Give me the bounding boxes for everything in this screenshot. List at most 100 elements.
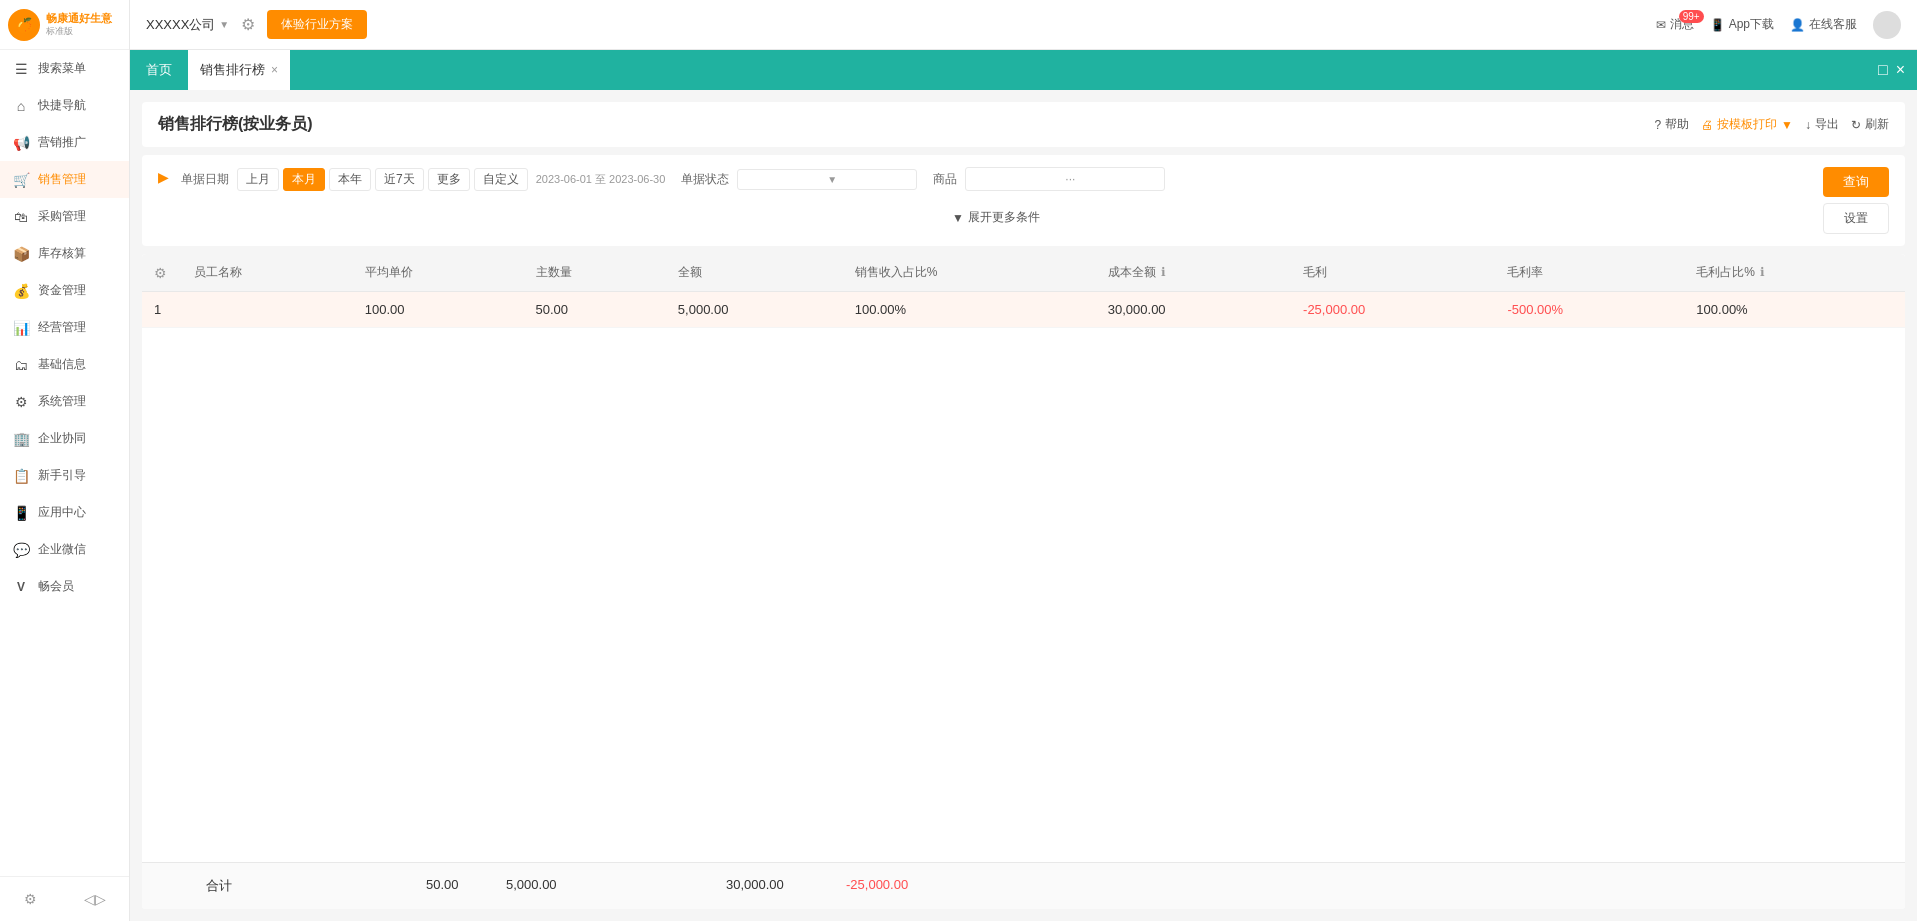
help-button[interactable]: ? 帮助 xyxy=(1654,116,1689,133)
message-button[interactable]: ✉ 消息 99+ xyxy=(1656,16,1694,33)
app-label: App下载 xyxy=(1729,16,1774,33)
sidebar-item-wechat[interactable]: 💬 企业微信 xyxy=(0,531,129,568)
goods-label: 商品 xyxy=(933,171,957,188)
sidebar-item-enterprise[interactable]: 🏢 企业协同 xyxy=(0,420,129,457)
page-title: 销售排行榜(按业务员) xyxy=(158,114,313,135)
sidebar-item-label: 基础信息 xyxy=(38,356,86,373)
export-button[interactable]: ↓ 导出 xyxy=(1805,116,1839,133)
tab-close-icon[interactable]: × xyxy=(271,63,278,77)
status-label: 单据状态 xyxy=(681,171,729,188)
sidebar-item-label: 企业协同 xyxy=(38,430,86,447)
sidebar-logo: 🍊 畅康通好生意 标准版 xyxy=(0,0,129,50)
col-gross-ratio-header: 毛利占比% ℹ xyxy=(1684,254,1905,292)
date-btn-current-month[interactable]: 本月 xyxy=(283,168,325,191)
expand-conditions-button[interactable]: ▼ 展开更多条件 xyxy=(952,209,1040,226)
filter-expand-arrow[interactable]: ▶ xyxy=(158,167,169,185)
footer-sales-ratio xyxy=(594,873,714,899)
sidebar-item-purchase[interactable]: 🛍 采购管理 xyxy=(0,198,129,235)
refresh-button[interactable]: ↻ 刷新 xyxy=(1851,116,1889,133)
footer-cost: 30,000.00 xyxy=(714,873,834,899)
service-label: 在线客服 xyxy=(1809,16,1857,33)
col-avg-price-header: 平均单价 xyxy=(353,254,524,292)
app-download-button[interactable]: 📱 App下载 xyxy=(1710,16,1774,33)
message-badge: 99+ xyxy=(1679,10,1704,23)
tab-sales-ranking[interactable]: 销售排行榜 × xyxy=(188,50,290,90)
sidebar-item-quick-nav[interactable]: ⌂ 快捷导航 xyxy=(0,87,129,124)
col-quantity-header: 主数量 xyxy=(524,254,666,292)
goods-select[interactable]: ··· xyxy=(965,167,1165,191)
inventory-icon: 📦 xyxy=(12,246,30,262)
filter-bar: ▶ 单据日期 上月 本月 本年 近7天 更多 自定义 xyxy=(142,155,1905,246)
sidebar-item-search[interactable]: ☰ 搜索菜单 xyxy=(0,50,129,87)
sidebar-item-marketing[interactable]: 📢 营销推广 xyxy=(0,124,129,161)
filter-row-main: 单据日期 上月 本月 本年 近7天 更多 自定义 2023-06-01 至 20… xyxy=(181,167,1811,191)
apps-icon: 📱 xyxy=(12,505,30,521)
sidebar-item-guide[interactable]: 📋 新手引导 xyxy=(0,457,129,494)
date-btn-prev-month[interactable]: 上月 xyxy=(237,168,279,191)
table-body: 1 100.00 50.00 5,000.00 100.00% 30,000.0… xyxy=(142,292,1905,328)
date-btn-7days[interactable]: 近7天 xyxy=(375,168,424,191)
sidebar-item-basic[interactable]: 🗂 基础信息 xyxy=(0,346,129,383)
col-gross-rate-header: 毛利率 xyxy=(1495,254,1684,292)
sidebar-item-finance[interactable]: 💰 资金管理 xyxy=(0,272,129,309)
gross-ratio-info-icon[interactable]: ℹ xyxy=(1760,265,1765,279)
sidebar-item-inventory[interactable]: 📦 库存核算 xyxy=(0,235,129,272)
user-avatar[interactable] xyxy=(1873,11,1901,39)
sidebar-item-label: 经营管理 xyxy=(38,319,86,336)
sidebar-item-label: 库存核算 xyxy=(38,245,86,262)
sidebar-nav: ☰ 搜索菜单 ⌂ 快捷导航 📢 营销推广 🛒 销售管理 🛍 采购管理 📦 库存核… xyxy=(0,50,129,876)
sidebar-item-label: 企业微信 xyxy=(38,541,86,558)
cell-gross-ratio: 100.00% xyxy=(1684,292,1905,328)
logo-icon: 🍊 xyxy=(8,9,40,41)
date-btn-more[interactable]: 更多 xyxy=(428,168,470,191)
footer-amount: 5,000.00 xyxy=(494,873,594,899)
cost-info-icon[interactable]: ℹ xyxy=(1161,265,1166,279)
date-filter-options: 上月 本月 本年 近7天 更多 自定义 2023-06-01 至 2023-06… xyxy=(237,168,665,191)
table-container: ⚙ 员工名称 平均单价 主数量 xyxy=(142,254,1905,909)
sidebar-item-apps[interactable]: 📱 应用中心 xyxy=(0,494,129,531)
col-name-header: 员工名称 xyxy=(182,254,353,292)
tabbar-actions: □ × xyxy=(1878,61,1917,79)
column-settings-icon[interactable]: ⚙ xyxy=(154,265,167,281)
cell-cost: 30,000.00 xyxy=(1096,292,1291,328)
date-btn-custom[interactable]: 自定义 xyxy=(474,168,528,191)
sidebar-item-sales[interactable]: 🛒 销售管理 xyxy=(0,161,129,198)
help-icon: ? xyxy=(1654,118,1661,132)
settings-bottom-btn[interactable]: ⚙ xyxy=(18,885,43,913)
date-btn-current-year[interactable]: 本年 xyxy=(329,168,371,191)
company-selector[interactable]: XXXXX公司 ▼ xyxy=(146,16,229,34)
filter-expand-row: ▼ 展开更多条件 xyxy=(181,201,1811,226)
col-cost-header: 成本全额 ℹ xyxy=(1096,254,1291,292)
refresh-icon: ↻ xyxy=(1851,118,1861,132)
tab-home[interactable]: 首页 xyxy=(130,50,188,90)
sidebar: 🍊 畅康通好生意 标准版 ☰ 搜索菜单 ⌂ 快捷导航 📢 营销推广 🛒 销售管理… xyxy=(0,0,130,921)
trial-button[interactable]: 体验行业方案 xyxy=(267,10,367,39)
sidebar-item-operation[interactable]: 📊 经营管理 xyxy=(0,309,129,346)
setting-button[interactable]: 设置 xyxy=(1823,203,1889,234)
logo-badge: 标准版 xyxy=(46,25,112,38)
query-button[interactable]: 查询 xyxy=(1823,167,1889,197)
settings-gear-icon[interactable]: ⚙ xyxy=(241,15,255,34)
topbar: XXXXX公司 ▼ ⚙ 体验行业方案 ✉ 消息 99+ 📱 App下载 👤 在线… xyxy=(130,0,1917,50)
print-button[interactable]: 🖨 按模板打印 ▼ xyxy=(1701,116,1793,133)
table-wrapper: ⚙ 员工名称 平均单价 主数量 xyxy=(142,254,1905,862)
print-dropdown-icon: ▼ xyxy=(1781,118,1793,132)
sales-icon: 🛒 xyxy=(12,172,30,188)
sidebar-item-member[interactable]: V 畅会员 xyxy=(0,568,129,605)
sidebar-item-label: 搜索菜单 xyxy=(38,60,86,77)
status-select[interactable]: ▼ xyxy=(737,169,917,190)
sidebar-item-label: 营销推广 xyxy=(38,134,86,151)
restore-window-icon[interactable]: □ xyxy=(1878,61,1888,79)
cell-gross-rate: -500.00% xyxy=(1495,292,1684,328)
app-icon: 📱 xyxy=(1710,18,1725,32)
cell-rank: 1 xyxy=(142,292,182,328)
sidebar-item-system[interactable]: ⚙ 系统管理 xyxy=(0,383,129,420)
close-window-icon[interactable]: × xyxy=(1896,61,1905,79)
footer-cells: 合计 50.00 5,000.00 30,000.00 -25,000.00 xyxy=(154,873,1893,899)
online-service-button[interactable]: 👤 在线客服 xyxy=(1790,16,1857,33)
sidebar-bottom: ⚙ ◁▷ xyxy=(0,876,129,921)
col-amount-header: 全额 xyxy=(666,254,843,292)
collapse-btn[interactable]: ◁▷ xyxy=(78,885,112,913)
home-icon: ⌂ xyxy=(12,98,30,114)
cell-sales-ratio: 100.00% xyxy=(843,292,1096,328)
